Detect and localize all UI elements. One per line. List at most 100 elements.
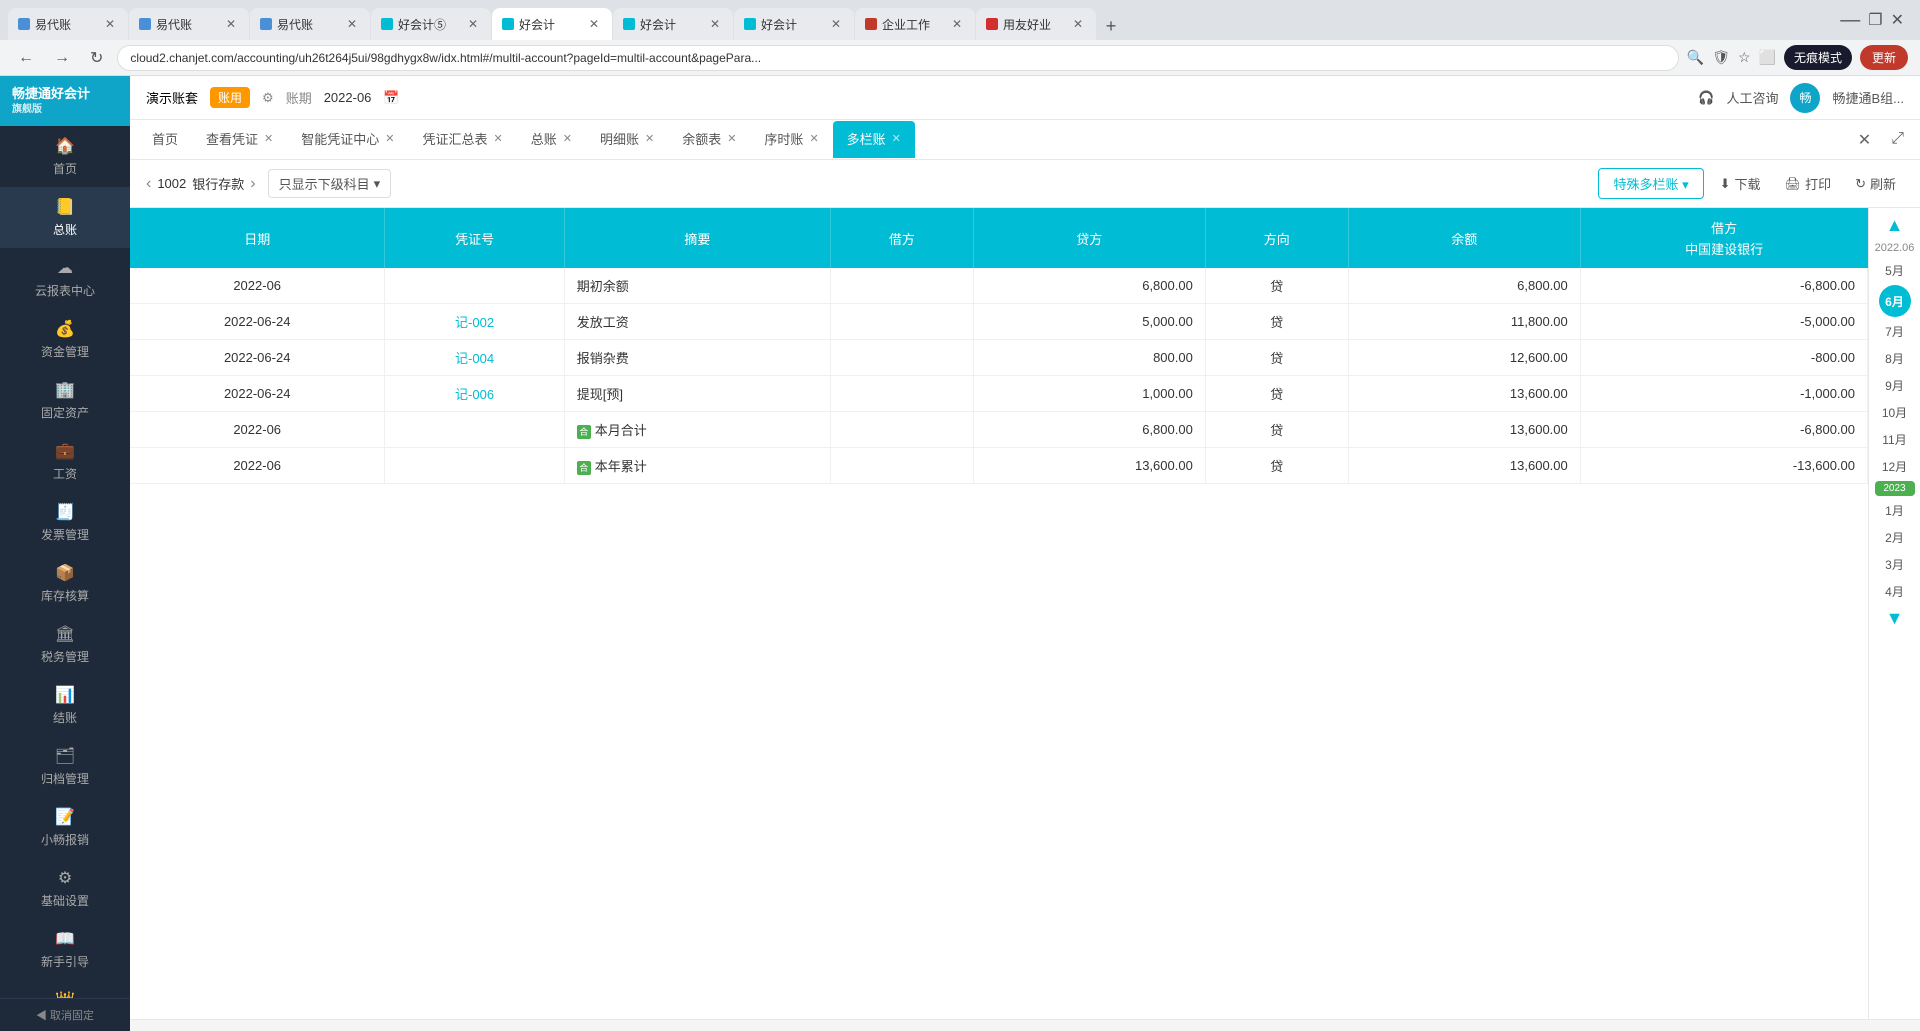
cal-month-apr[interactable]: 4月 [1875, 579, 1915, 604]
tab-close-detail-account[interactable]: ✕ [645, 132, 654, 145]
tab-chronological[interactable]: 序时账 ✕ [750, 121, 832, 158]
update-button[interactable]: 更新 [1860, 45, 1908, 70]
special-multi-column-button[interactable]: 特殊多栏账 ▾ [1598, 168, 1703, 199]
browser-tab-8[interactable]: 用友好业 ✕ [976, 8, 1096, 40]
user-avatar[interactable]: 畅 [1790, 83, 1820, 113]
close-browser-button[interactable]: ✕ [1891, 10, 1904, 30]
tab-close-7[interactable]: ✕ [949, 16, 965, 32]
browser-tab-1[interactable]: 易代账 ✕ [129, 8, 249, 40]
sidebar-item-invoice[interactable]: 🧾 发票管理 [0, 492, 130, 553]
tab-general-ledger[interactable]: 总账 ✕ [517, 121, 586, 158]
reload-button[interactable]: ↻ [84, 46, 109, 70]
sidebar-item-guide[interactable]: 📖 新手引导 [0, 919, 130, 980]
sidebar-item-member[interactable]: 👑 畅会员 [0, 980, 130, 998]
tab-close-1[interactable]: ✕ [223, 16, 239, 32]
settings-gear-icon[interactable]: ⚙ [262, 90, 274, 106]
sidebar-item-salary[interactable]: 💼 工资 [0, 431, 130, 492]
print-button[interactable]: 🖨 打印 [1777, 170, 1840, 197]
cal-month-sep[interactable]: 9月 [1875, 373, 1915, 398]
browser-tab-6[interactable]: 好会计 ✕ [734, 8, 854, 40]
browser-tab-2[interactable]: 易代账 ✕ [250, 8, 370, 40]
sidebar-item-home[interactable]: 🏠 首页 [0, 126, 130, 187]
new-tab-button[interactable]: + [1097, 12, 1125, 40]
tab-smart-voucher[interactable]: 智能凭证中心 ✕ [287, 121, 408, 158]
expand-panel-button[interactable]: ⤢ [1883, 126, 1912, 154]
cal-month-feb[interactable]: 2月 [1875, 525, 1915, 550]
voucher-link[interactable]: 记-006 [455, 387, 494, 402]
tab-close-general-ledger[interactable]: ✕ [563, 132, 572, 145]
download-button[interactable]: ⬇ 下载 [1712, 170, 1769, 197]
minimize-button[interactable]: — [1840, 9, 1860, 32]
sidebar-item-tax[interactable]: 🏛 税务管理 [0, 614, 130, 675]
calendar-icon[interactable]: 📅 [383, 90, 399, 106]
cell-balance-2: 12,600.00 [1348, 340, 1580, 376]
back-button[interactable]: ← [12, 47, 40, 69]
tab-close-3[interactable]: ✕ [465, 16, 481, 32]
address-input[interactable] [117, 45, 1678, 71]
cal-month-mar[interactable]: 3月 [1875, 552, 1915, 577]
calendar-up-button[interactable]: ▲ [1883, 212, 1907, 239]
sub-account-filter[interactable]: 只显示下级科目 ▾ [268, 169, 392, 198]
tab-close-5[interactable]: ✕ [707, 16, 723, 32]
cal-month-aug[interactable]: 8月 [1875, 346, 1915, 371]
calendar-down-button[interactable]: ▼ [1883, 605, 1907, 632]
extension-icon[interactable]: ⬜ [1759, 49, 1776, 66]
sidebar-item-settings[interactable]: ⚙ 基础设置 [0, 858, 130, 919]
tab-close-0[interactable]: ✕ [102, 16, 118, 32]
sidebar-item-fixed-assets[interactable]: 🏢 固定资产 [0, 370, 130, 431]
cal-month-jun[interactable]: 6月 [1879, 285, 1911, 317]
wupai-button[interactable]: 无痕模式 [1784, 45, 1852, 70]
tab-close-8[interactable]: ✕ [1070, 16, 1086, 32]
cell-voucher-2[interactable]: 记-004 [385, 340, 564, 376]
tab-home[interactable]: 首页 [138, 121, 192, 158]
customer-service-label[interactable]: 人工咨询 [1726, 88, 1778, 107]
shield-icon[interactable]: 🛡 [1712, 49, 1730, 66]
cal-month-may[interactable]: 5月 [1875, 258, 1915, 283]
cell-voucher-3[interactable]: 记-006 [385, 376, 564, 412]
tab-multi-column[interactable]: 多栏账 ✕ [833, 121, 915, 158]
forward-button[interactable]: → [48, 47, 76, 69]
tab-close-4[interactable]: ✕ [586, 16, 602, 32]
voucher-link[interactable]: 记-002 [455, 315, 494, 330]
cal-month-nov[interactable]: 11月 [1875, 427, 1915, 452]
close-panel-button[interactable]: ✕ [1850, 126, 1879, 154]
voucher-link[interactable]: 记-004 [455, 351, 494, 366]
sidebar-item-ledger[interactable]: 📒 总账 [0, 187, 130, 248]
tab-close-2[interactable]: ✕ [344, 16, 360, 32]
cal-month-jul[interactable]: 7月 [1875, 319, 1915, 344]
tab-close-voucher-summary[interactable]: ✕ [494, 132, 503, 145]
sidebar-item-funds[interactable]: 💰 资金管理 [0, 309, 130, 370]
next-account-button[interactable]: › [250, 175, 255, 193]
tab-voucher-summary[interactable]: 凭证汇总表 ✕ [408, 121, 516, 158]
refresh-button[interactable]: ↻ 刷新 [1847, 170, 1904, 197]
cal-month-jan[interactable]: 1月 [1875, 498, 1915, 523]
browser-tab-5[interactable]: 好会计 ✕ [613, 8, 733, 40]
cal-month-dec[interactable]: 12月 [1875, 454, 1915, 479]
prev-account-button[interactable]: ‹ [146, 175, 151, 193]
tab-balance-table[interactable]: 余额表 ✕ [668, 121, 750, 158]
sidebar-item-close-period[interactable]: 📊 结账 [0, 675, 130, 736]
browser-tab-4[interactable]: 好会计 ✕ [492, 8, 612, 40]
horizontal-scrollbar[interactable] [130, 1019, 1920, 1031]
cell-voucher-1[interactable]: 记-002 [385, 304, 564, 340]
browser-tab-0[interactable]: 易代账 ✕ [8, 8, 128, 40]
tab-close-smart-voucher[interactable]: ✕ [385, 132, 394, 145]
tab-close-6[interactable]: ✕ [828, 16, 844, 32]
browser-tab-3[interactable]: 好会计⑤ ✕ [371, 8, 491, 40]
tab-close-multi-column[interactable]: ✕ [892, 132, 901, 145]
tab-view-voucher[interactable]: 查看凭证 ✕ [192, 121, 287, 158]
tab-close-view-voucher[interactable]: ✕ [264, 132, 273, 145]
tab-close-chronological[interactable]: ✕ [809, 132, 818, 145]
tab-close-balance-table[interactable]: ✕ [727, 132, 736, 145]
unpin-button[interactable]: ◀ 取消固定 [0, 998, 130, 1031]
sidebar-item-archive[interactable]: 🗂 归档管理 [0, 736, 130, 797]
restore-button[interactable]: ❐ [1868, 10, 1882, 30]
sidebar-item-expense[interactable]: 📝 小畅报销 [0, 797, 130, 858]
browser-tab-7[interactable]: 企业工作 ✕ [855, 8, 975, 40]
star-icon[interactable]: ☆ [1738, 49, 1751, 66]
sidebar-item-cloud-report[interactable]: ☁ 云报表中心 [0, 248, 130, 309]
search-icon[interactable]: 🔍 [1687, 49, 1704, 66]
tab-detail-account[interactable]: 明细账 ✕ [586, 121, 668, 158]
sidebar-item-inventory[interactable]: 📦 库存核算 [0, 553, 130, 614]
cal-month-oct[interactable]: 10月 [1875, 400, 1915, 425]
